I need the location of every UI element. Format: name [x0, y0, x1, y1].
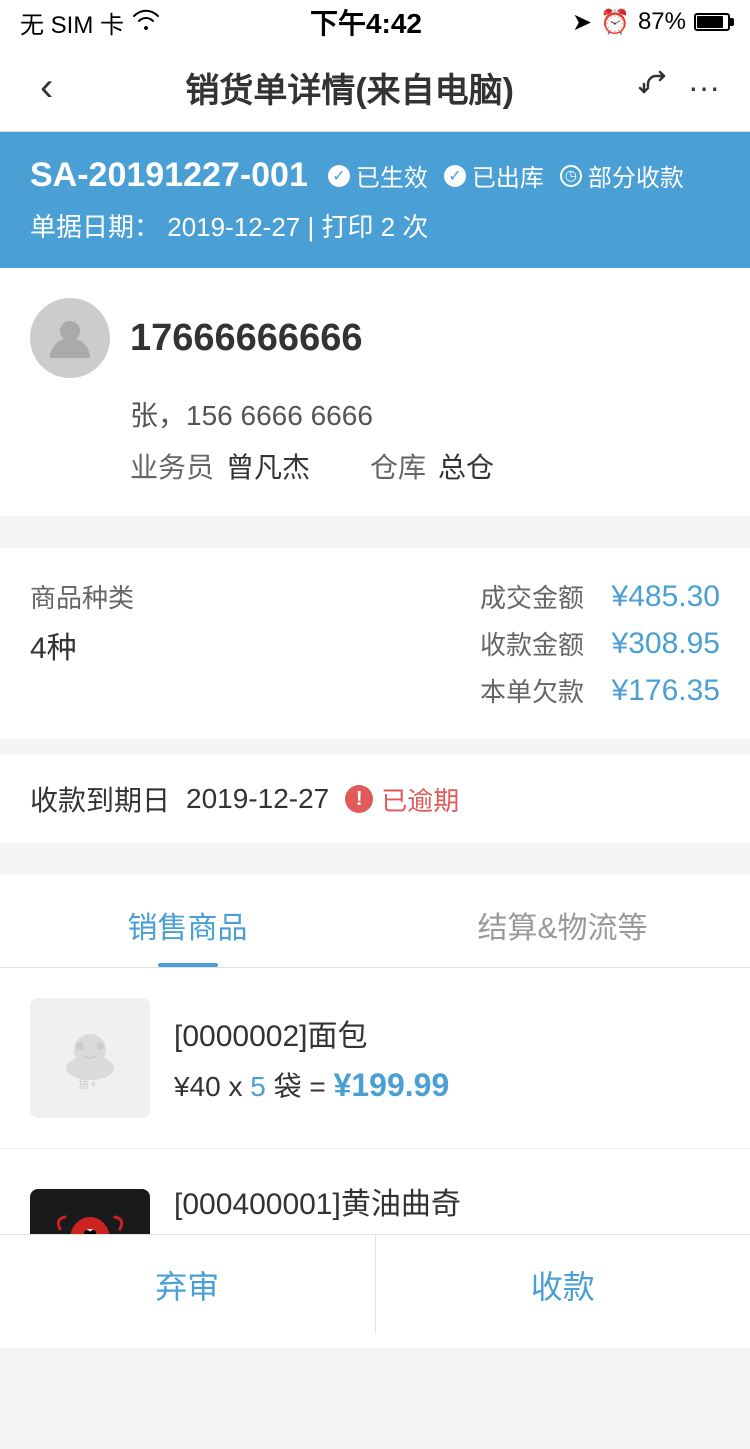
owed-label: 本单欠款: [480, 672, 584, 709]
status-left: 无 SIM 卡: [20, 5, 160, 40]
due-label: 收款到期日: [30, 779, 170, 819]
amount-row: 成交金额 ¥485.30: [480, 578, 720, 615]
nav-actions: ···: [636, 68, 720, 108]
category-value: 4种: [30, 623, 134, 667]
status-badges: ✓ 已生效 ✓ 已出库 ◷ 部分收款: [328, 158, 684, 193]
salesperson-meta: 业务员 曾凡杰: [130, 446, 310, 486]
owed-row: 本单欠款 ¥176.35: [480, 672, 720, 709]
divider-2: [0, 843, 750, 859]
overdue-text: 已逾期: [381, 781, 459, 818]
amount-label: 成交金额: [480, 578, 584, 615]
summary-right: 成交金额 ¥485.30 收款金额 ¥308.95 本单欠款 ¥176.35: [480, 578, 720, 709]
status-right: ➤ ⏰ 87%: [572, 8, 730, 37]
print-info: | 打印 2 次: [307, 212, 428, 242]
summary-left: 商品种类 4种: [30, 578, 134, 667]
status-partial: ◷ 部分收款: [560, 158, 684, 193]
warehouse-label: 仓库: [370, 446, 426, 486]
overdue-badge: ! 已逾期: [345, 781, 459, 818]
category-label: 商品种类: [30, 578, 134, 615]
battery-icon: [694, 13, 730, 31]
warehouse-meta: 仓库 总仓: [370, 446, 494, 486]
order-header: SA-20191227-001 ✓ 已生效 ✓ 已出库 ◷ 部分收款 单据日期：…: [0, 132, 750, 268]
carrier-label: 无 SIM 卡: [20, 5, 124, 40]
product-item: 鱼+ [0000002]面包 ¥40 x 5 袋 = ¥199.99: [0, 968, 750, 1149]
product-name-1: [0000002]面包: [174, 1011, 720, 1055]
battery-percentage: 87%: [638, 8, 686, 36]
product-name-2: [000400001]黄油曲奇: [174, 1179, 720, 1223]
due-date: 2019-12-27: [186, 783, 329, 815]
product-info-1: [0000002]面包 ¥40 x 5 袋 = ¥199.99: [174, 1011, 720, 1105]
customer-meta: 业务员 曾凡杰 仓库 总仓: [30, 446, 720, 486]
bottom-bar: 弃审 收款: [0, 1234, 750, 1334]
tabs-header: 销售商品 结算&物流等: [0, 875, 750, 968]
clock-icon: ◷: [560, 165, 582, 187]
page-title: 销货单详情(来自电脑): [63, 63, 636, 112]
reject-button[interactable]: 弃审: [0, 1235, 376, 1334]
product-price-1: ¥40 x 5 袋 = ¥199.99: [174, 1065, 720, 1105]
status-active: ✓ 已生效: [328, 158, 428, 193]
customer-row: 17666666666: [30, 298, 720, 378]
received-value: ¥308.95: [600, 627, 720, 661]
check-icon-shipped: ✓: [444, 165, 466, 187]
collect-button[interactable]: 收款: [376, 1235, 750, 1334]
product-qty-1: 5: [250, 1071, 266, 1102]
share-button[interactable]: [636, 68, 668, 108]
alarm-icon: ⏰: [600, 8, 630, 37]
divider-1: [0, 532, 750, 548]
order-date-value: 2019-12-27: [167, 212, 300, 242]
date-label: 单据日期：: [30, 212, 160, 242]
customer-id: 17666666666: [130, 317, 362, 360]
order-id: SA-20191227-001: [30, 156, 308, 195]
amount-value: ¥485.30: [600, 580, 720, 614]
status-bar: 无 SIM 卡 下午4:42 ➤ ⏰ 87%: [0, 0, 750, 44]
product-image-1: 鱼+: [30, 998, 150, 1118]
avatar: [30, 298, 110, 378]
nav-bar: ‹ 销货单详情(来自电脑) ···: [0, 44, 750, 132]
warehouse-value: 总仓: [438, 446, 494, 486]
order-date-line: 单据日期： 2019-12-27 | 打印 2 次: [30, 207, 720, 244]
due-section: 收款到期日 2019-12-27 ! 已逾期: [0, 755, 750, 843]
location-icon: ➤: [572, 8, 592, 37]
check-icon-active: ✓: [328, 165, 350, 187]
summary-section: 商品种类 4种 成交金额 ¥485.30 收款金额 ¥308.95 本单欠款 ¥…: [0, 548, 750, 739]
svg-text:鱼+: 鱼+: [78, 1077, 97, 1091]
wifi-icon: [132, 8, 160, 37]
product-total-1: ¥199.99: [334, 1067, 450, 1103]
more-button[interactable]: ···: [688, 69, 720, 106]
received-label: 收款金额: [480, 625, 584, 662]
salesperson-value: 曾凡杰: [226, 446, 310, 486]
owed-value: ¥176.35: [600, 674, 720, 708]
salesperson-label: 业务员: [130, 446, 214, 486]
tab-settlement[interactable]: 结算&物流等: [375, 875, 750, 967]
status-shipped: ✓ 已出库: [444, 158, 544, 193]
back-button[interactable]: ‹: [30, 55, 63, 120]
status-time: 下午4:42: [310, 2, 422, 42]
customer-section: 17666666666 张，156 6666 6666 业务员 曾凡杰 仓库 总…: [0, 268, 750, 516]
overdue-icon: !: [345, 785, 373, 813]
tab-products[interactable]: 销售商品: [0, 875, 375, 967]
received-row: 收款金额 ¥308.95: [480, 625, 720, 662]
customer-phone: 张，156 6666 6666: [30, 394, 720, 434]
